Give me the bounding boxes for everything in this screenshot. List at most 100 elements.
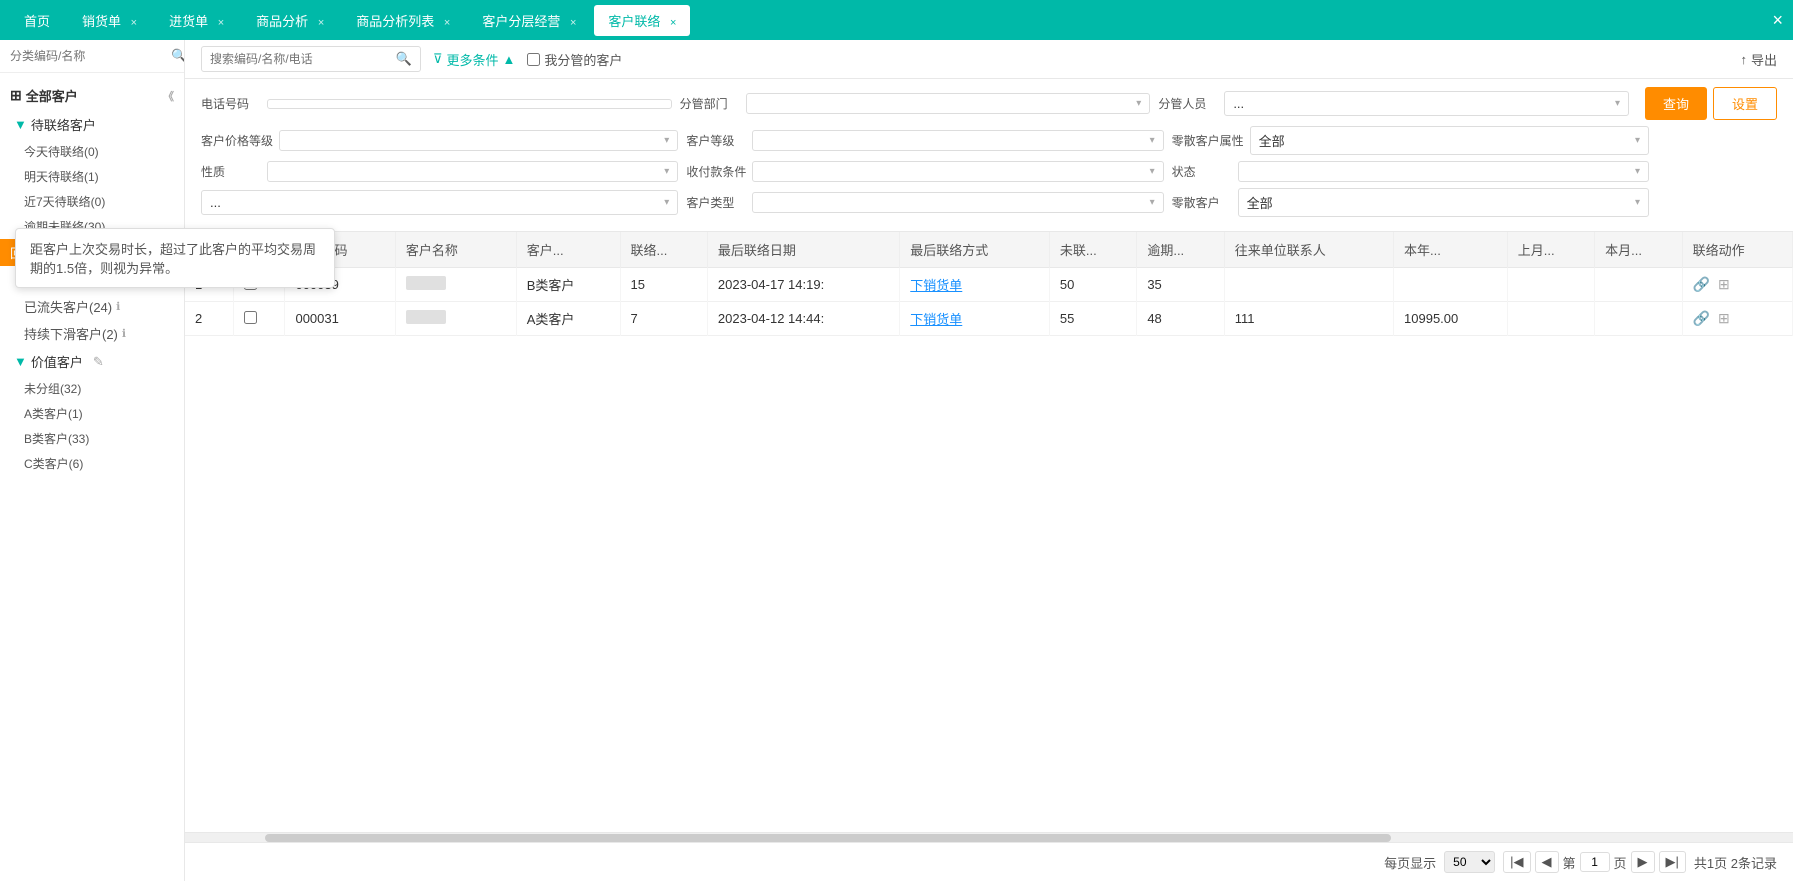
chevron-up-icon: ▲ [503,52,516,67]
nav-customer-mgmt[interactable]: 客户分层经营 × [468,5,590,36]
item-class-c[interactable]: C类客户(6) [0,451,184,476]
misc1-select[interactable]: ... ▾ [201,190,678,215]
action-grid-icon[interactable]: ⊞ [1718,310,1730,327]
payment-select[interactable]: ▾ [752,161,1163,182]
close-purchase-tab[interactable]: × [218,17,224,29]
nav-sales[interactable]: 销货单 × [68,5,151,36]
price-level-select[interactable]: ▾ [279,130,678,151]
col-actions[interactable]: 联络动作 [1682,232,1792,268]
next-page-btn[interactable]: ▶ [1631,851,1655,873]
prev-page-btn[interactable]: ◀ [1535,851,1559,873]
query-btn[interactable]: 查询 [1645,87,1707,120]
row-this-month [1595,268,1682,302]
my-customers-checkbox[interactable]: 我分管的客户 [527,50,622,69]
person-select[interactable]: ... ▾ [1224,91,1629,116]
nature-select[interactable]: ▾ [267,161,678,182]
filter-btns: 查询 设置 [1645,87,1777,120]
close-customer-contact-tab[interactable]: × [670,17,676,29]
main-search-input[interactable] [210,52,390,66]
field-status: 状态 ▾ [1172,161,1649,182]
page-navigation: |◀ ◀ 第 页 ▶ ▶| [1503,851,1686,873]
misc1-chevron: ▾ [664,197,669,208]
col-last-month[interactable]: 上月... [1507,232,1594,268]
retail-attr-select[interactable]: 全部 ▾ [1250,126,1649,155]
row-this-year [1394,268,1508,302]
collapse-sidebar-btn[interactable]: 《 [163,88,174,104]
col-this-month[interactable]: 本月... [1595,232,1682,268]
field-phone: 电话号码 [201,95,672,112]
field-retail-customer: 零散客户 全部 ▾ [1172,188,1649,217]
row-last-method[interactable]: 下销货单 [900,268,1050,302]
col-this-year[interactable]: 本年... [1394,232,1508,268]
phone-input[interactable] [267,99,672,109]
nav-purchase[interactable]: 进货单 × [155,5,238,36]
scrollbar-thumb[interactable] [265,834,1391,842]
item-tomorrow-contact[interactable]: 明天待联络(1) [0,164,184,189]
settings-btn[interactable]: 设置 [1713,87,1777,120]
my-customers-check[interactable] [527,53,540,66]
customer-type-select[interactable]: ▾ [752,192,1163,213]
top-nav: 首页 销货单 × 进货单 × 商品分析 × 商品分析列表 × 客户分层经营 × … [0,0,1793,40]
item-class-b[interactable]: B类客户(33) [0,426,184,451]
first-page-btn[interactable]: |◀ [1503,851,1530,873]
row-this-year: 10995.00 [1394,302,1508,336]
page-number-input[interactable] [1580,852,1610,872]
field-price-level: 客户价格等级 ▾ [201,130,678,151]
per-page-select[interactable]: 50 100 200 [1444,851,1495,873]
col-overdue[interactable]: 逾期... [1137,232,1224,268]
row-uncontacted: 55 [1049,302,1136,336]
row-actions: 🔗 ⊞ [1682,302,1792,336]
status-select[interactable]: ▾ [1238,161,1649,182]
row-check[interactable] [244,311,257,324]
export-btn[interactable]: ↑ 导出 [1740,50,1777,69]
action-grid-icon[interactable]: ⊞ [1718,276,1730,293]
col-name[interactable]: 客户名称 [395,232,516,268]
col-contacts[interactable]: 往来单位联系人 [1224,232,1393,268]
nav-product-analysis[interactable]: 商品分析 × [242,5,338,36]
retail-customer-select[interactable]: 全部 ▾ [1238,188,1649,217]
horizontal-scrollbar[interactable] [185,832,1793,842]
col-uncontacted[interactable]: 未联... [1049,232,1136,268]
close-sales-tab[interactable]: × [131,17,137,29]
section-value-customers[interactable]: ▼ 价值客户 ✎ [0,347,184,376]
item-churned[interactable]: 已流失客户(24) ℹ [0,293,184,320]
row-contacts [1224,268,1393,302]
col-type[interactable]: 客户... [516,232,620,268]
row-last-method[interactable]: 下销货单 [900,302,1050,336]
row-checkbox[interactable] [234,302,285,336]
row-last-month [1507,302,1594,336]
item-declining[interactable]: 持续下滑客户(2) ℹ [0,320,184,347]
edit-value-icon[interactable]: ✎ [93,354,104,370]
close-product-tab[interactable]: × [318,17,324,29]
sidebar-all-customers[interactable]: ⊞ 全部客户 《 [0,81,184,110]
action-link-icon[interactable]: 🔗 [1693,276,1710,293]
col-last-method[interactable]: 最后联络方式 [900,232,1050,268]
last-page-btn[interactable]: ▶| [1659,851,1686,873]
sidebar-search-area: 🔍 [0,40,184,73]
section-pending-contact[interactable]: ▼ 待联络客户 [0,110,184,139]
item-today-contact[interactable]: 今天待联络(0) [0,139,184,164]
retail-attr-chevron: ▾ [1635,135,1640,146]
row-last-month [1507,268,1594,302]
nav-product-list[interactable]: 商品分析列表 × [342,5,464,36]
dept-select[interactable]: ▾ [746,93,1151,114]
item-class-a[interactable]: A类客户(1) [0,401,184,426]
level-chevron: ▾ [1150,135,1155,146]
nav-customer-contact[interactable]: 客户联络 × [594,5,690,36]
more-conditions-btn[interactable]: ⊽ 更多条件 ▲ [433,50,515,69]
main-search-icon[interactable]: 🔍 [396,51,412,67]
row-type: A类客户 [516,302,620,336]
col-last-date[interactable]: 最后联络日期 [707,232,899,268]
item-ungrouped[interactable]: 未分组(32) [0,376,184,401]
close-window-btn[interactable]: × [1772,10,1783,31]
col-contact-count[interactable]: 联络... [620,232,707,268]
action-link-icon[interactable]: 🔗 [1693,310,1710,327]
row-this-month [1595,302,1682,336]
close-customer-mgmt-tab[interactable]: × [570,17,576,29]
nav-home[interactable]: 首页 [10,5,64,36]
customer-level-select[interactable]: ▾ [752,130,1163,151]
close-product-list-tab[interactable]: × [444,17,450,29]
item-7days-contact[interactable]: 近7天待联络(0) [0,189,184,214]
sidebar-search-icon[interactable]: 🔍 [171,48,185,64]
sidebar-search-input[interactable] [10,49,165,63]
